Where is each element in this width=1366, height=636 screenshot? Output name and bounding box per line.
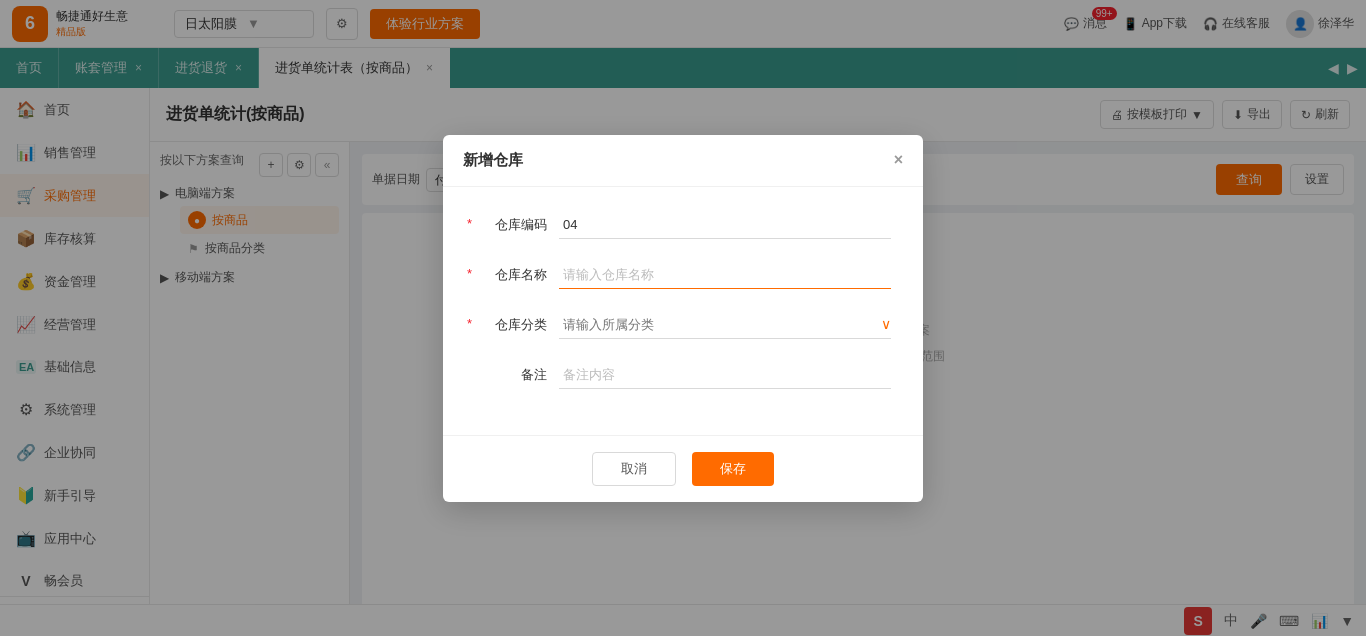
- modal-close-btn[interactable]: ×: [894, 151, 903, 169]
- modal-overlay: 新增仓库 × 仓库编码 仓库名称 仓库分类 ∨: [0, 0, 1366, 636]
- remark-input[interactable]: [559, 361, 891, 389]
- warehouse-name-label: 仓库名称: [475, 266, 547, 284]
- warehouse-category-label: 仓库分类: [475, 316, 547, 334]
- new-warehouse-modal: 新增仓库 × 仓库编码 仓库名称 仓库分类 ∨: [443, 135, 923, 502]
- remark-label: 备注: [475, 366, 547, 384]
- save-button[interactable]: 保存: [692, 452, 774, 486]
- form-item-warehouse-code: 仓库编码: [475, 211, 891, 239]
- form-item-warehouse-category: 仓库分类 ∨: [475, 311, 891, 339]
- modal-footer: 取消 保存: [443, 435, 923, 502]
- category-dropdown-arrow[interactable]: ∨: [881, 316, 891, 332]
- warehouse-category-select-wrapper: ∨: [559, 311, 891, 339]
- warehouse-category-input[interactable]: [559, 311, 881, 338]
- form-item-warehouse-name: 仓库名称: [475, 261, 891, 289]
- warehouse-name-input[interactable]: [559, 261, 891, 289]
- modal-header: 新增仓库 ×: [443, 135, 923, 187]
- warehouse-code-label: 仓库编码: [475, 216, 547, 234]
- form-item-remark: 备注: [475, 361, 891, 389]
- modal-title: 新增仓库: [463, 151, 523, 170]
- warehouse-code-input[interactable]: [559, 211, 891, 239]
- modal-body: 仓库编码 仓库名称 仓库分类 ∨ 备注: [443, 187, 923, 435]
- cancel-button[interactable]: 取消: [592, 452, 676, 486]
